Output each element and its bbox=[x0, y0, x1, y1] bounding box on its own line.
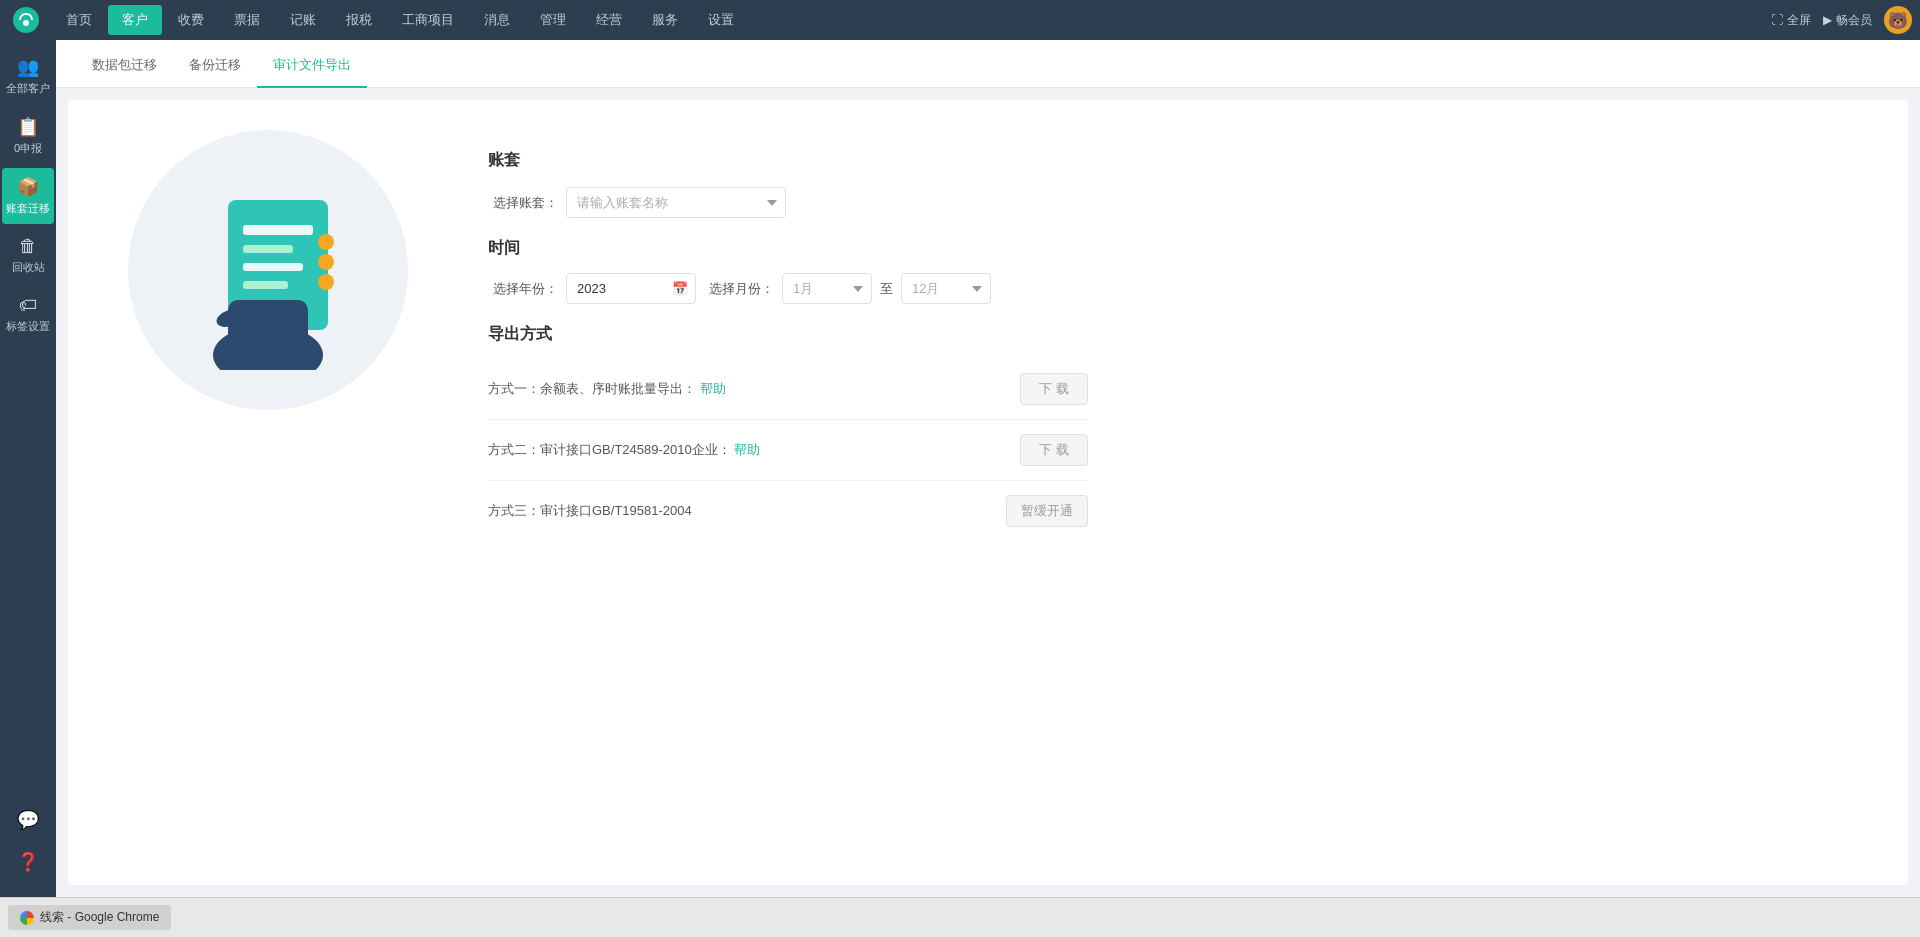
account-select-label: 选择账套： bbox=[488, 194, 558, 212]
help-icon: ❓ bbox=[17, 851, 39, 873]
tag-settings-icon: 🏷 bbox=[19, 295, 37, 316]
taskbar: 线索 - Google Chrome bbox=[0, 897, 1920, 937]
sidebar: 👥 全部客户 📋 0申报 📦 账套迁移 🗑 回收站 🏷 标签设置 💬 ❓ bbox=[0, 40, 56, 897]
fullscreen-label: 全屏 bbox=[1787, 12, 1811, 29]
nav-settings[interactable]: 设置 bbox=[694, 5, 748, 35]
top-navigation: 首页 客户 收费 票据 记账 报税 工商项目 消息 管理 经营 服务 设置 ⛶ … bbox=[0, 0, 1920, 40]
account-migration-icon: 📦 bbox=[17, 176, 39, 198]
svg-rect-6 bbox=[243, 281, 288, 289]
export-method-3-label: 方式三：审计接口GB/T19581-2004 bbox=[488, 503, 692, 518]
tab-bar: 数据包迁移 备份迁移 审计文件导出 bbox=[56, 40, 1920, 88]
export-method-1-help[interactable]: 帮助 bbox=[700, 381, 726, 396]
svg-rect-4 bbox=[243, 245, 293, 253]
tab-data-migration[interactable]: 数据包迁移 bbox=[76, 44, 173, 88]
form-area: 账套 选择账套： 请输入账套名称 时间 选择年份： 📅 选择月份： bbox=[488, 130, 1088, 541]
illustration-svg bbox=[178, 170, 358, 370]
account-select-row: 选择账套： 请输入账套名称 bbox=[488, 187, 1088, 218]
svg-point-7 bbox=[318, 234, 334, 250]
top-nav-right: ⛶ 全屏 ▶ 畅会员 🐻 bbox=[1771, 6, 1912, 34]
chat-icon: 💬 bbox=[17, 809, 39, 831]
coming-soon-button[interactable]: 暂缓开通 bbox=[1006, 495, 1088, 527]
sidebar-item-all-customers[interactable]: 👥 全部客户 bbox=[2, 48, 54, 104]
year-label: 选择年份： bbox=[488, 280, 558, 298]
year-input-wrap: 📅 bbox=[566, 273, 696, 304]
export-method-2-label: 方式二：审计接口GB/T24589-2010企业： bbox=[488, 442, 731, 457]
export-method-1-text: 方式一：余额表、序时账批量导出： 帮助 bbox=[488, 380, 726, 398]
sidebar-bottom: 💬 ❓ bbox=[2, 801, 54, 889]
nav-operation[interactable]: 经营 bbox=[582, 5, 636, 35]
account-select[interactable]: 请输入账套名称 bbox=[566, 187, 786, 218]
export-method-2-help[interactable]: 帮助 bbox=[734, 442, 760, 457]
export-method-3: 方式三：审计接口GB/T19581-2004 暂缓开通 bbox=[488, 481, 1088, 541]
download-button-2[interactable]: 下 载 bbox=[1020, 434, 1088, 466]
content-area: 数据包迁移 备份迁移 审计文件导出 bbox=[56, 40, 1920, 897]
svg-point-1 bbox=[23, 20, 29, 26]
fullscreen-icon: ⛶ bbox=[1771, 13, 1783, 27]
nav-customer[interactable]: 客户 bbox=[108, 5, 162, 35]
nav-service[interactable]: 服务 bbox=[638, 5, 692, 35]
sidebar-item-recycle[interactable]: 🗑 回收站 bbox=[2, 228, 54, 283]
tab-backup-migration[interactable]: 备份迁移 bbox=[173, 44, 257, 88]
export-method-1-label: 方式一：余额表、序时账批量导出： bbox=[488, 381, 696, 396]
sidebar-item-label: 账套迁移 bbox=[6, 201, 50, 216]
svg-rect-11 bbox=[228, 300, 308, 360]
export-section-title: 导出方式 bbox=[488, 324, 1088, 345]
nav-business[interactable]: 工商项目 bbox=[388, 5, 468, 35]
svg-point-8 bbox=[318, 254, 334, 270]
zero-report-icon: 📋 bbox=[17, 116, 39, 138]
page-content: 账套 选择账套： 请输入账套名称 时间 选择年份： 📅 选择月份： bbox=[68, 100, 1908, 885]
nav-message[interactable]: 消息 bbox=[470, 5, 524, 35]
recycle-icon: 🗑 bbox=[19, 236, 37, 257]
sidebar-item-label: 全部客户 bbox=[6, 81, 50, 96]
export-method-1: 方式一：余额表、序时账批量导出： 帮助 下 载 bbox=[488, 359, 1088, 420]
nav-invoice[interactable]: 票据 bbox=[220, 5, 274, 35]
sidebar-item-label: 0申报 bbox=[14, 141, 42, 156]
chrome-icon bbox=[20, 911, 34, 925]
illustration-circle bbox=[128, 130, 408, 410]
sidebar-item-tag-settings[interactable]: 🏷 标签设置 bbox=[2, 287, 54, 342]
nav-bookkeeping[interactable]: 记账 bbox=[276, 5, 330, 35]
all-customers-icon: 👥 bbox=[17, 56, 39, 78]
month-label: 选择月份： bbox=[704, 280, 774, 298]
taskbar-chrome-item[interactable]: 线索 - Google Chrome bbox=[8, 905, 171, 930]
main-layout: 👥 全部客户 📋 0申报 📦 账套迁移 🗑 回收站 🏷 标签设置 💬 ❓ bbox=[0, 40, 1920, 897]
nav-tax[interactable]: 报税 bbox=[332, 5, 386, 35]
fullscreen-button[interactable]: ⛶ 全屏 bbox=[1771, 12, 1811, 29]
nav-fee[interactable]: 收费 bbox=[164, 5, 218, 35]
to-text: 至 bbox=[880, 280, 893, 298]
sidebar-item-account-migration[interactable]: 📦 账套迁移 bbox=[2, 168, 54, 224]
avatar[interactable]: 🐻 bbox=[1884, 6, 1912, 34]
nav-home[interactable]: 首页 bbox=[52, 5, 106, 35]
export-method-2-text: 方式二：审计接口GB/T24589-2010企业： 帮助 bbox=[488, 441, 760, 459]
app-logo[interactable] bbox=[8, 2, 44, 38]
time-section-title: 时间 bbox=[488, 238, 1088, 259]
sidebar-item-label: 回收站 bbox=[12, 260, 45, 275]
sidebar-item-zero-report[interactable]: 📋 0申报 bbox=[2, 108, 54, 164]
time-row: 选择年份： 📅 选择月份： 1月 2月 3月 4月 5月 6月 7月 bbox=[488, 273, 1088, 304]
calendar-icon: 📅 bbox=[672, 281, 688, 296]
vip-label: 畅会员 bbox=[1836, 12, 1872, 29]
illustration-area bbox=[128, 130, 408, 410]
tab-audit-export[interactable]: 审计文件导出 bbox=[257, 44, 367, 88]
vip-button[interactable]: ▶ 畅会员 bbox=[1823, 12, 1872, 29]
taskbar-item-label: 线索 - Google Chrome bbox=[40, 909, 159, 926]
nav-items: 首页 客户 收费 票据 记账 报税 工商项目 消息 管理 经营 服务 设置 bbox=[52, 5, 1771, 35]
svg-point-9 bbox=[318, 274, 334, 290]
month-start-select[interactable]: 1月 2月 3月 4月 5月 6月 7月 8月 9月 10月 11月 12月 bbox=[782, 273, 872, 304]
svg-rect-3 bbox=[243, 225, 313, 235]
nav-manage[interactable]: 管理 bbox=[526, 5, 580, 35]
svg-rect-5 bbox=[243, 263, 303, 271]
month-end-select[interactable]: 1月 2月 3月 4月 5月 6月 7月 8月 9月 10月 11月 12月 bbox=[901, 273, 991, 304]
account-section-title: 账套 bbox=[488, 150, 1088, 171]
export-method-3-text: 方式三：审计接口GB/T19581-2004 bbox=[488, 502, 692, 520]
sidebar-item-label: 标签设置 bbox=[6, 319, 50, 334]
download-button-1[interactable]: 下 载 bbox=[1020, 373, 1088, 405]
export-method-2: 方式二：审计接口GB/T24589-2010企业： 帮助 下 载 bbox=[488, 420, 1088, 481]
vip-icon: ▶ bbox=[1823, 13, 1832, 27]
sidebar-item-chat[interactable]: 💬 bbox=[2, 801, 54, 839]
sidebar-item-help[interactable]: ❓ bbox=[2, 843, 54, 881]
